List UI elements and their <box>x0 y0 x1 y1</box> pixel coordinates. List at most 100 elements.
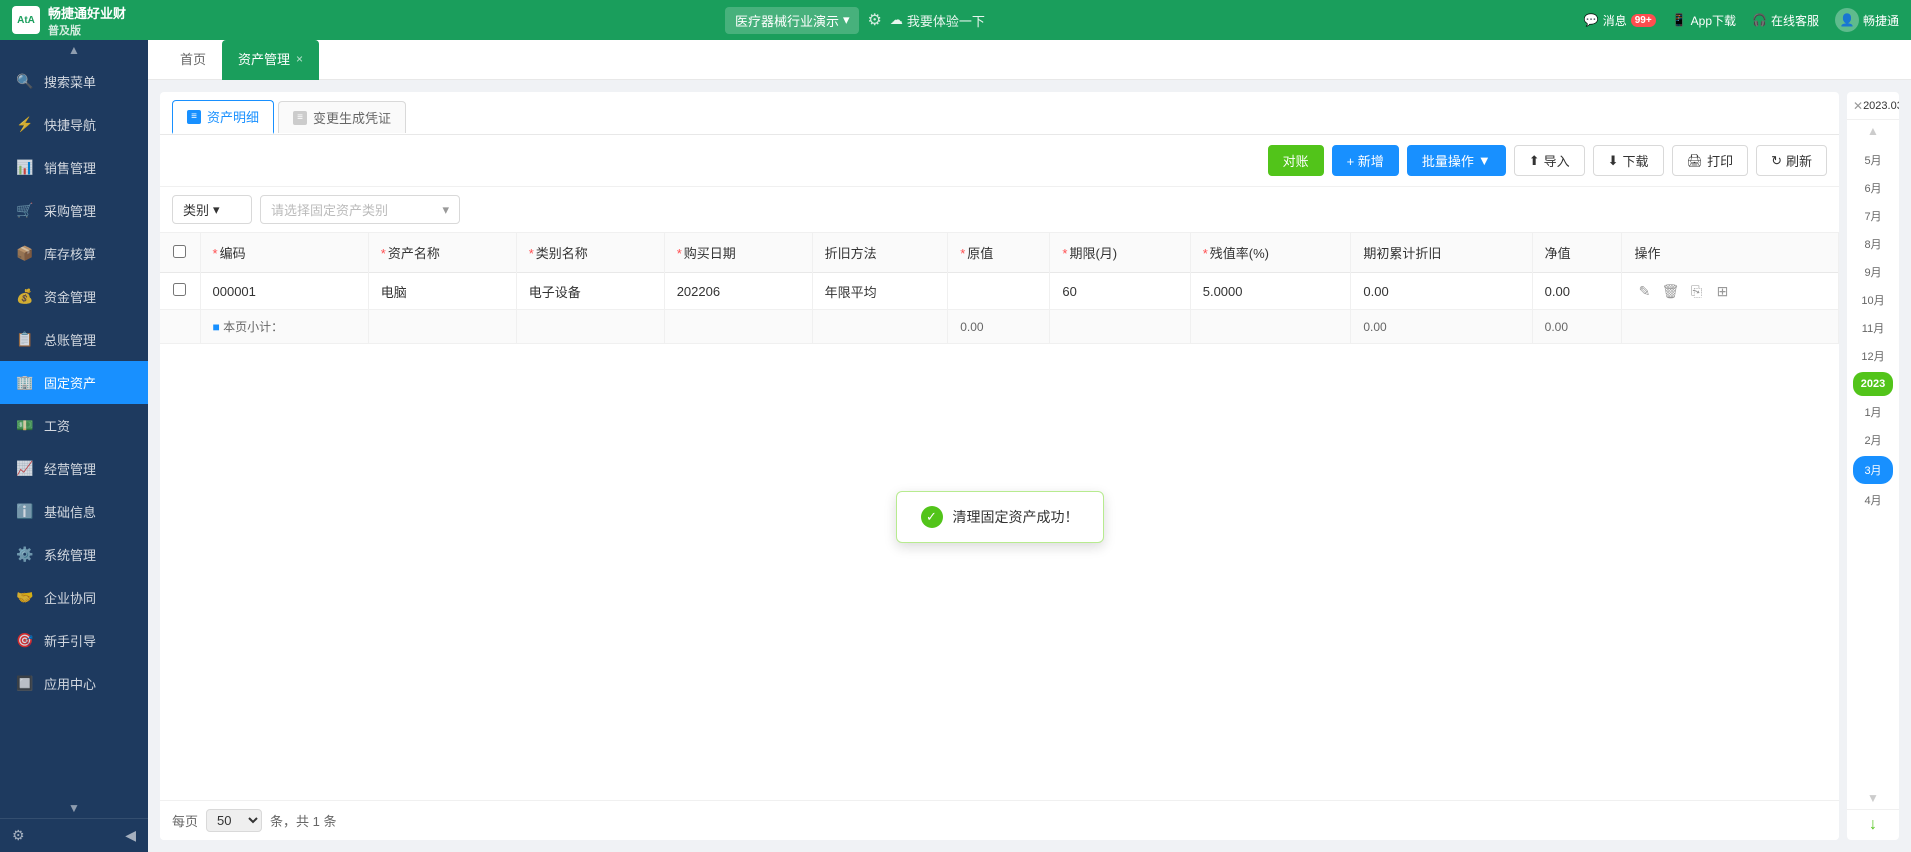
sidebar-settings-icon[interactable]: ⚙ <box>12 827 25 844</box>
more-icon[interactable]: ⊞ <box>1712 281 1732 301</box>
export-label: 导入 <box>1544 151 1570 170</box>
sidebar-item-search[interactable]: 🔍 搜索菜单 <box>0 60 148 103</box>
timeline-month-10[interactable]: 10月 <box>1847 286 1899 314</box>
col-actions: 操作 <box>1622 233 1839 273</box>
cell-original-value <box>948 273 1050 310</box>
purchase-icon: 🛒 <box>16 202 34 220</box>
tab-home-label: 首页 <box>180 49 206 68</box>
online-service-btn[interactable]: 🎧 在线客服 <box>1752 12 1819 29</box>
service-icon: 🎧 <box>1752 13 1767 27</box>
reconcile-button[interactable]: 对账 <box>1268 145 1324 176</box>
timeline-month-7[interactable]: 7月 <box>1847 202 1899 230</box>
subtotal-label-cell: ■ 本页小计： <box>200 310 368 344</box>
subtotal-orig-cell: 0.00 <box>948 310 1050 344</box>
timeline-bottom-btn[interactable]: ↓ <box>1847 809 1899 840</box>
app-edition: 普及版 <box>48 22 126 38</box>
company-selector[interactable]: 医疗器械行业演示 ▾ <box>725 7 860 34</box>
col-category: *类别名称 <box>516 233 664 273</box>
batch-ops-button[interactable]: 批量操作 ▼ <box>1407 145 1506 176</box>
sidebar-item-fund[interactable]: 💰 资金管理 <box>0 275 148 318</box>
delete-icon[interactable]: 🗑 <box>1660 281 1680 301</box>
category-input[interactable]: 请选择固定资产类别 ▾ <box>260 195 460 224</box>
sidebar-item-salary[interactable]: 💵 工资 <box>0 404 148 447</box>
timeline-month-2[interactable]: 2月 <box>1847 426 1899 454</box>
timeline-month-6[interactable]: 6月 <box>1847 174 1899 202</box>
new-label: + 新增 <box>1347 151 1384 170</box>
sidebar-item-sales[interactable]: 📊 销售管理 <box>0 146 148 189</box>
export-button[interactable]: ⬆ 导入 <box>1514 145 1585 176</box>
sidebar-item-purchase-label: 采购管理 <box>44 201 96 220</box>
timeline-month-5[interactable]: 5月 <box>1847 146 1899 174</box>
sidebar-item-guide[interactable]: 🎯 新手引导 <box>0 619 148 662</box>
category-label: 类别 <box>183 200 209 219</box>
timeline-month-8[interactable]: 8月 <box>1847 230 1899 258</box>
select-all-checkbox[interactable] <box>173 245 186 258</box>
timeline-scroll-down[interactable]: ▼ <box>1847 787 1899 809</box>
right-panel: ✕ 2023.03 ⤢ ▲ 5月 6月 7月 8月 9月 10月 11月 12月… <box>1847 92 1899 840</box>
sidebar-item-inventory[interactable]: 📦 库存核算 <box>0 232 148 275</box>
experience-label: 我要体验一下 <box>907 11 985 30</box>
export-icon: ⬆ <box>1529 153 1540 169</box>
experience-btn[interactable]: ☁ 我要体验一下 <box>890 11 985 30</box>
app-title: 畅捷通好业财 <box>48 3 126 22</box>
subtotal-name-cell <box>368 310 516 344</box>
tab-asset-manage[interactable]: 资产管理 × <box>222 40 319 80</box>
app-download-btn[interactable]: 📱 App下载 <box>1672 12 1736 29</box>
content-area: 首页 资产管理 × ≡ 资产明细 ≡ 变更生成凭证 <box>148 40 1911 852</box>
sidebar-collapse-icon[interactable]: ◀ <box>125 827 136 844</box>
tab-home[interactable]: 首页 <box>164 40 222 80</box>
subtotal-row: ■ 本页小计： 0.00 <box>160 310 1839 344</box>
user-profile[interactable]: 👤 畅捷通 <box>1835 8 1899 32</box>
sidebar-item-app-center[interactable]: 🔲 应用中心 <box>0 662 148 705</box>
copy-icon[interactable]: ⎘ <box>1686 281 1706 301</box>
sidebar-item-purchase[interactable]: 🛒 采购管理 <box>0 189 148 232</box>
sidebar-item-ledger[interactable]: 📋 总账管理 <box>0 318 148 361</box>
sidebar-item-business[interactable]: 📈 经营管理 <box>0 447 148 490</box>
timeline-month-3-current[interactable]: 3月 <box>1853 456 1893 484</box>
page-size-select[interactable]: 50 100 200 <box>206 809 262 832</box>
refresh-button[interactable]: ↻ 刷新 <box>1756 145 1827 176</box>
cell-net-value: 0.00 <box>1532 273 1622 310</box>
category-filter[interactable]: 类别 ▾ <box>172 195 252 224</box>
new-button[interactable]: + 新增 <box>1332 145 1399 176</box>
sidebar-scroll-down[interactable]: ▼ <box>0 798 148 818</box>
user-icon: 👤 <box>1835 8 1859 32</box>
sidebar-item-basic-info[interactable]: ℹ️ 基础信息 <box>0 490 148 533</box>
timeline-month-4[interactable]: 4月 <box>1847 486 1899 514</box>
sidebar-item-system[interactable]: ⚙️ 系统管理 <box>0 533 148 576</box>
filter-chevron-icon: ▾ <box>213 202 220 218</box>
print-button[interactable]: 🖨 打印 <box>1672 145 1749 176</box>
edit-icon[interactable]: ✎ <box>1634 281 1654 301</box>
subtotal-period-cell <box>1050 310 1190 344</box>
per-page-label: 每页 <box>172 811 198 830</box>
timeline-month-1[interactable]: 1月 <box>1847 398 1899 426</box>
sidebar-item-quick-nav-label: 快捷导航 <box>44 115 96 134</box>
col-residual-rate: *残值率(%) <box>1190 233 1351 273</box>
sub-tab-change-voucher[interactable]: ≡ 变更生成凭证 <box>278 101 406 133</box>
sidebar-item-sales-label: 销售管理 <box>44 158 96 177</box>
row-checkbox[interactable] <box>173 283 186 296</box>
settings-icon[interactable]: ⚙ <box>867 10 881 30</box>
sidebar-item-quick-nav[interactable]: ⚡ 快捷导航 <box>0 103 148 146</box>
messages-btn[interactable]: 💬 消息 99+ <box>1584 12 1656 29</box>
sidebar-item-enterprise[interactable]: 🤝 企业协同 <box>0 576 148 619</box>
col-initial-depreciation: 期初累计折旧 <box>1351 233 1532 273</box>
timeline-year-2023: 2023 <box>1853 372 1893 396</box>
toast-message: 清理固定资产成功！ <box>953 507 1079 527</box>
subtotal-residual-cell <box>1190 310 1351 344</box>
sidebar-item-fixed-assets[interactable]: 🏢 固定资产 <box>0 361 148 404</box>
app-center-icon: 🔲 <box>16 675 34 693</box>
download-button[interactable]: ⬇ 下载 <box>1593 145 1664 176</box>
timeline-scroll-up[interactable]: ▲ <box>1847 120 1899 142</box>
timeline-month-9[interactable]: 9月 <box>1847 258 1899 286</box>
sidebar-scroll-up[interactable]: ▲ <box>0 40 148 60</box>
timeline-month-12[interactable]: 12月 <box>1847 342 1899 370</box>
col-original-value: *原值 <box>948 233 1050 273</box>
col-net-value: 净值 <box>1532 233 1622 273</box>
assets-table: *编码 *资产名称 *类别名称 *购买日期 折旧方法 *原值 *期限(月) *残… <box>160 233 1839 344</box>
timeline-month-11[interactable]: 11月 <box>1847 314 1899 342</box>
success-toast: ✓ 清理固定资产成功！ <box>896 491 1104 543</box>
sub-tab-asset-detail[interactable]: ≡ 资产明细 <box>172 100 274 134</box>
tab-close-icon[interactable]: × <box>296 52 303 66</box>
panel-close-icon[interactable]: ✕ <box>1853 99 1863 113</box>
